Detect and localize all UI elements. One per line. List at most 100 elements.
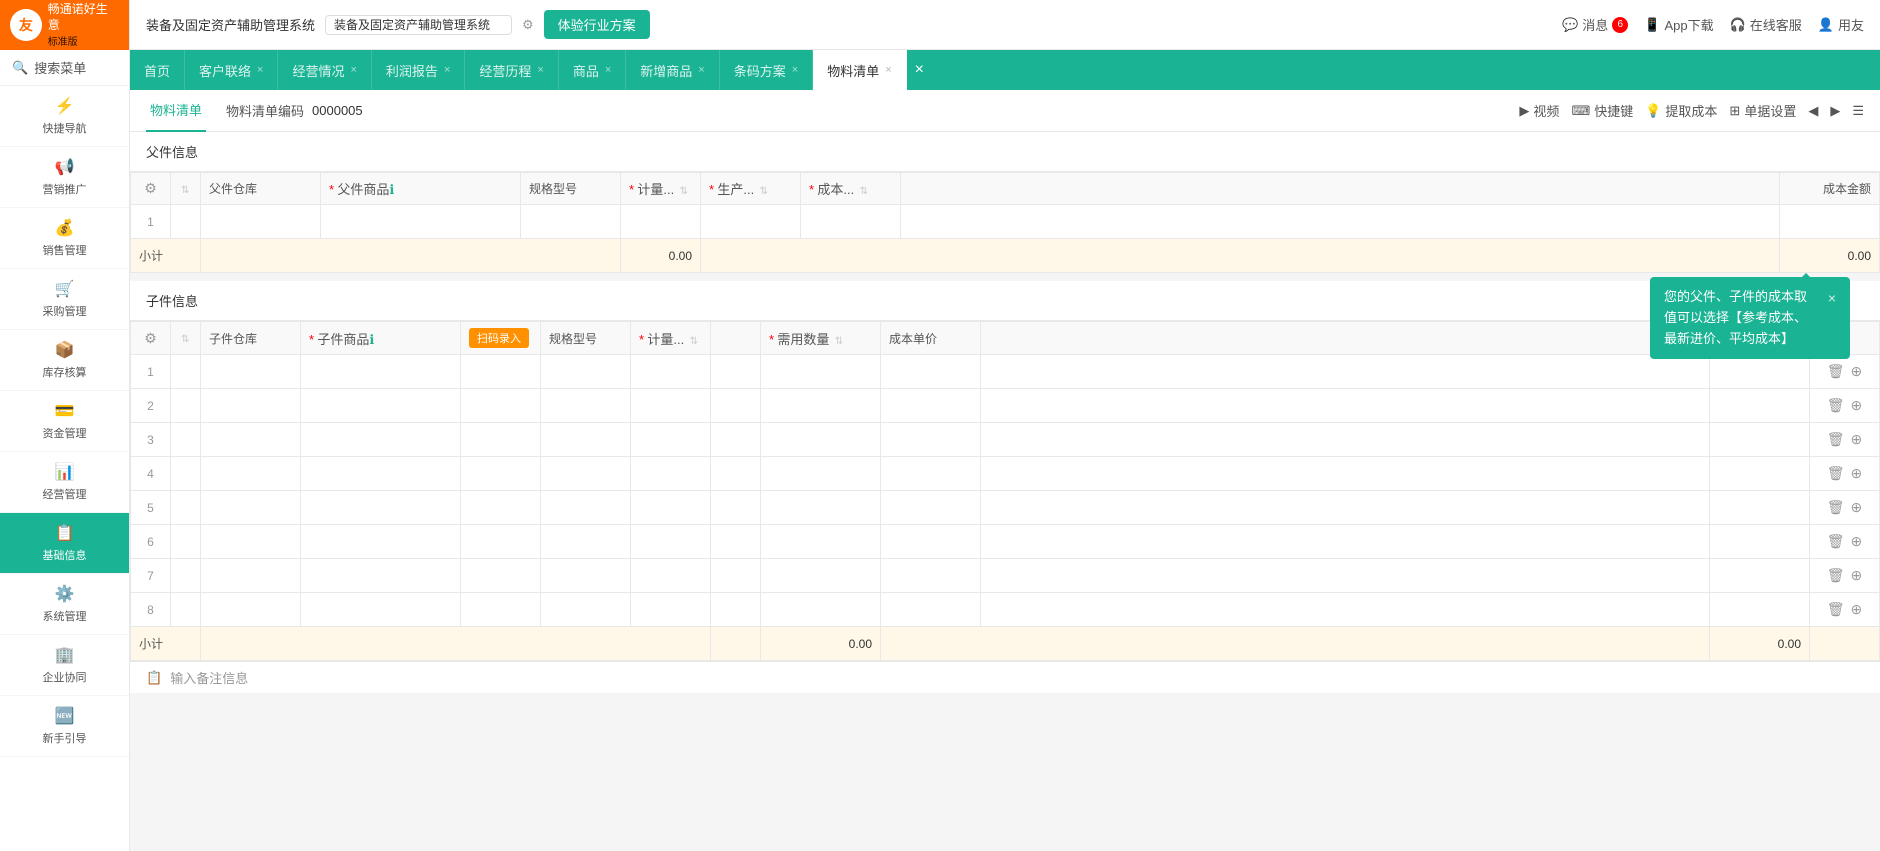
online-service-item[interactable]: 🎧 在线客服 <box>1730 15 1802 34</box>
tab-profit[interactable]: 利润报告 × <box>372 50 465 90</box>
copy-icon[interactable]: ⊕ <box>1851 567 1863 584</box>
child-row-product[interactable] <box>301 457 461 491</box>
list-view-icon[interactable]: ☰ <box>1852 103 1864 119</box>
video-btn[interactable]: ▶ 视频 <box>1519 101 1559 120</box>
trial-button[interactable]: 体验行业方案 <box>544 10 650 39</box>
child-row-product[interactable] <box>301 389 461 423</box>
parent-gear-icon[interactable]: ⚙ <box>144 180 157 196</box>
tab-close-customers[interactable]: × <box>257 64 263 76</box>
tab-close-barcode[interactable]: × <box>792 64 798 76</box>
child-row-unit-cost[interactable] <box>881 355 981 389</box>
child-row-warehouse[interactable] <box>201 389 301 423</box>
sidebar-item-inventory[interactable]: 📦 库存核算 <box>0 330 129 391</box>
child-row-warehouse[interactable] <box>201 423 301 457</box>
tab-barcode[interactable]: 条码方案 × <box>720 50 813 90</box>
child-row-unit[interactable] <box>631 559 711 593</box>
copy-icon[interactable]: ⊕ <box>1851 533 1863 550</box>
sidebar-item-operations[interactable]: 📊 经营管理 <box>0 452 129 513</box>
child-row-warehouse[interactable] <box>201 593 301 627</box>
tab-close-new[interactable]: × <box>698 64 704 76</box>
child-row-warehouse[interactable] <box>201 525 301 559</box>
tab-close-biz[interactable]: × <box>537 64 543 76</box>
child-row-unit[interactable] <box>631 355 711 389</box>
parent-row-spec-1[interactable] <box>521 205 621 239</box>
tab-biz-history[interactable]: 经营历程 × <box>465 50 558 90</box>
child-row-unit[interactable] <box>631 491 711 525</box>
copy-icon[interactable]: ⊕ <box>1851 601 1863 618</box>
settings-icon[interactable]: ⚙ <box>522 17 534 33</box>
child-row-spec[interactable] <box>541 525 631 559</box>
delete-icon[interactable]: 🗑 <box>1827 465 1845 482</box>
tab-close-bom[interactable]: × <box>885 64 891 76</box>
tab-customers[interactable]: 客户联络 × <box>185 50 278 90</box>
child-row-warehouse[interactable] <box>201 457 301 491</box>
sidebar-item-sales[interactable]: 💰 销售管理 <box>0 208 129 269</box>
delete-icon[interactable]: 🗑 <box>1827 601 1845 618</box>
child-row-qty[interactable] <box>761 559 881 593</box>
delete-icon[interactable]: 🗑 <box>1827 431 1845 448</box>
sidebar-item-system[interactable]: ⚙️ 系统管理 <box>0 574 129 635</box>
close-all-tabs-button[interactable]: × <box>907 61 932 79</box>
search-menu[interactable]: 🔍 搜索菜单 <box>0 50 129 86</box>
child-row-qty[interactable] <box>761 457 881 491</box>
user-item[interactable]: 👤 用友 <box>1818 15 1864 34</box>
copy-icon[interactable]: ⊕ <box>1851 363 1863 380</box>
child-row-unit-cost[interactable] <box>881 593 981 627</box>
copy-icon[interactable]: ⊕ <box>1851 499 1863 516</box>
child-row-unit-cost[interactable] <box>881 457 981 491</box>
sidebar-item-purchase[interactable]: 🛒 采购管理 <box>0 269 129 330</box>
system-select[interactable]: 装备及固定资产辅助管理系统 <box>325 15 512 35</box>
sidebar-item-guide[interactable]: 🆕 新手引导 <box>0 696 129 757</box>
child-row-qty[interactable] <box>761 525 881 559</box>
child-row-unit[interactable] <box>631 525 711 559</box>
sidebar-item-marketing[interactable]: 📢 营销推广 <box>0 147 129 208</box>
child-row-spec[interactable] <box>541 457 631 491</box>
child-row-unit[interactable] <box>631 423 711 457</box>
shortcut-btn[interactable]: ⌨ 快捷键 <box>1571 101 1633 120</box>
nav-prev-icon[interactable]: ◀ <box>1808 103 1818 119</box>
parent-row-product-1[interactable] <box>321 205 521 239</box>
child-row-spec[interactable] <box>541 491 631 525</box>
child-row-unit[interactable] <box>631 593 711 627</box>
child-row-product[interactable] <box>301 593 461 627</box>
message-item[interactable]: 💬 消息 6 <box>1562 15 1628 34</box>
sidebar-item-quick-nav[interactable]: ⚡ 快捷导航 <box>0 86 129 147</box>
parent-row-cost-1[interactable] <box>801 205 901 239</box>
copy-icon[interactable]: ⊕ <box>1851 465 1863 482</box>
tab-close-products[interactable]: × <box>605 64 611 76</box>
child-row-warehouse[interactable] <box>201 559 301 593</box>
parent-row-unit-1[interactable] <box>621 205 701 239</box>
copy-icon[interactable]: ⊕ <box>1851 397 1863 414</box>
sidebar-item-finance[interactable]: 💳 资金管理 <box>0 391 129 452</box>
single-settings-btn[interactable]: ⊞ 单据设置 <box>1729 101 1796 120</box>
child-row-warehouse[interactable] <box>201 491 301 525</box>
delete-icon[interactable]: 🗑 <box>1827 363 1845 380</box>
extract-cost-btn[interactable]: 💡 提取成本 <box>1645 101 1717 120</box>
tab-products[interactable]: 商品 × <box>559 50 626 90</box>
tab-bom[interactable]: 物料清单 × <box>813 50 906 90</box>
child-row-unit-cost[interactable] <box>881 559 981 593</box>
child-row-unit-cost[interactable] <box>881 491 981 525</box>
child-row-unit-cost[interactable] <box>881 525 981 559</box>
child-row-unit-cost[interactable] <box>881 389 981 423</box>
child-row-unit[interactable] <box>631 389 711 423</box>
child-row-product[interactable] <box>301 559 461 593</box>
sidebar-item-basic-info[interactable]: 📋 基础信息 <box>0 513 129 574</box>
child-gear-icon[interactable]: ⚙ <box>144 330 157 346</box>
delete-icon[interactable]: 🗑 <box>1827 499 1845 516</box>
child-row-spec[interactable] <box>541 559 631 593</box>
child-row-product[interactable] <box>301 491 461 525</box>
tab-operations-status[interactable]: 经营情况 × <box>278 50 371 90</box>
child-row-unit[interactable] <box>631 457 711 491</box>
child-row-qty[interactable] <box>761 389 881 423</box>
parent-row-warehouse-1[interactable] <box>201 205 321 239</box>
child-row-product[interactable] <box>301 355 461 389</box>
page-tab-bom[interactable]: 物料清单 <box>146 90 206 132</box>
tab-home[interactable]: 首页 <box>130 50 185 90</box>
sidebar-item-enterprise[interactable]: 🏢 企业协同 <box>0 635 129 696</box>
child-row-qty[interactable] <box>761 593 881 627</box>
scan-button[interactable]: 扫码录入 <box>469 328 529 348</box>
child-row-spec[interactable] <box>541 355 631 389</box>
tab-close-profit[interactable]: × <box>444 64 450 76</box>
nav-next-icon[interactable]: ▶ <box>1830 103 1840 119</box>
